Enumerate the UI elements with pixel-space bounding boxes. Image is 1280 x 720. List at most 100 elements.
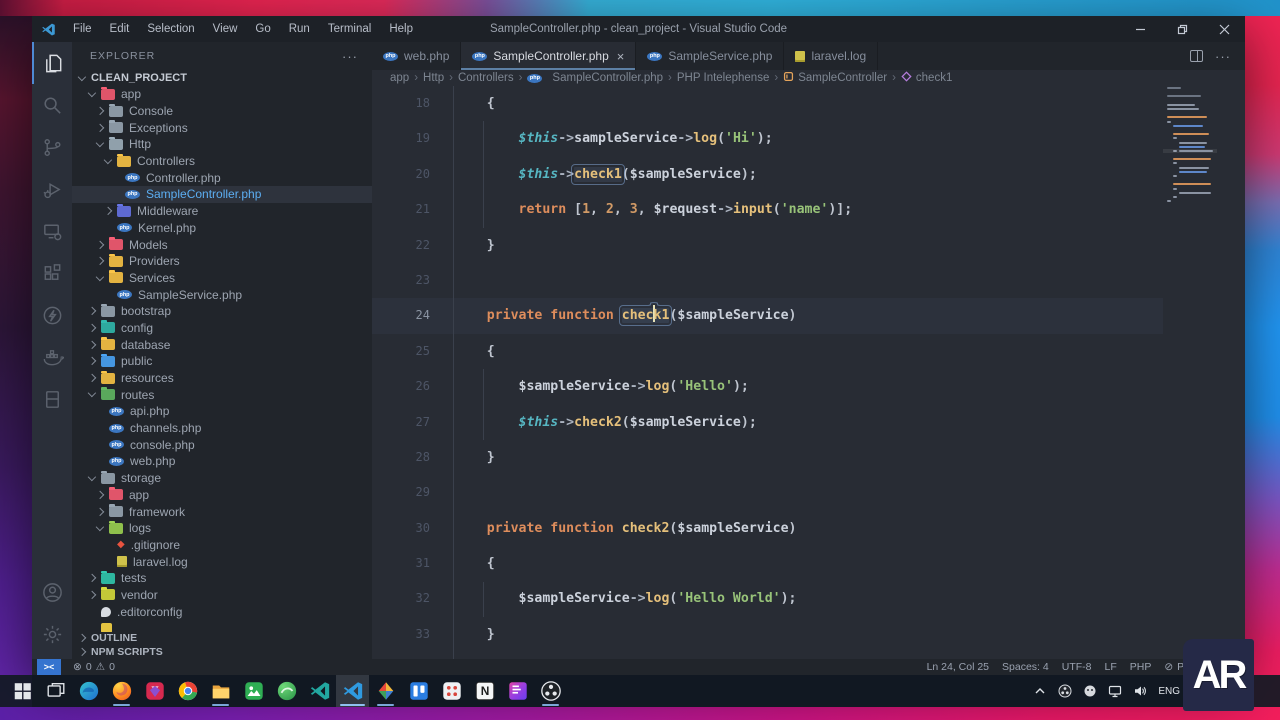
- code-editor[interactable]: 18 {19 $this->sampleService->log('Hi'); 2…: [372, 86, 1245, 659]
- tree-root[interactable]: CLEAN_PROJECT: [72, 70, 372, 86]
- tree-item-public[interactable]: public: [72, 353, 372, 370]
- code-line-21[interactable]: 21 return [1, 2, 3, $request->input('nam…: [372, 192, 1163, 227]
- tree-item-Controller.php[interactable]: php Controller.php: [72, 169, 372, 186]
- activity-extensions-icon[interactable]: [32, 252, 72, 294]
- menu-terminal[interactable]: Terminal: [319, 23, 380, 35]
- breadcrumb-item-PHP Intelephense[interactable]: PHP Intelephense: [677, 72, 770, 84]
- tree-item-Controllers[interactable]: Controllers: [72, 153, 372, 170]
- minimap[interactable]: [1163, 86, 1241, 659]
- activity-database-icon[interactable]: [32, 378, 72, 420]
- menu-view[interactable]: View: [204, 23, 247, 35]
- tree-item-Console[interactable]: Console: [72, 103, 372, 120]
- taskbar-edge-icon[interactable]: [72, 675, 105, 707]
- code-line-33[interactable]: 33 }: [372, 617, 1163, 652]
- tray-app-mini-icon[interactable]: [1083, 684, 1097, 698]
- problems-indicator[interactable]: ⊗ 0 ⚠ 0: [73, 661, 115, 673]
- code-line-19[interactable]: 19 $this->sampleService->log('Hi');: [372, 121, 1163, 156]
- tree-item-.editorconfig[interactable]: .editorconfig: [72, 603, 372, 620]
- taskbar-phpstorm-icon[interactable]: [501, 675, 534, 707]
- code-line-28[interactable]: 28 }: [372, 440, 1163, 475]
- code-line-30[interactable]: 30 private function check2($sampleServic…: [372, 511, 1163, 546]
- breadcrumb-item-SampleController.php[interactable]: php SampleController.php: [527, 72, 663, 84]
- minimize-button[interactable]: [1119, 16, 1161, 42]
- code-line-27[interactable]: 27 $this->check2($sampleService);: [372, 405, 1163, 440]
- menu-help[interactable]: Help: [380, 23, 422, 35]
- taskbar-firefox-icon[interactable]: [105, 675, 138, 707]
- activity-source-control-icon[interactable]: [32, 126, 72, 168]
- breadcrumb-item-Controllers[interactable]: Controllers: [458, 72, 514, 84]
- language-indicator[interactable]: ENG: [1158, 686, 1180, 697]
- tree-item-framework[interactable]: framework: [72, 503, 372, 520]
- tray-obs-mini-icon[interactable]: [1058, 684, 1072, 698]
- status-lf[interactable]: LF: [1104, 661, 1116, 673]
- tree-item-channels.php[interactable]: php channels.php: [72, 420, 372, 437]
- tree-item-api.php[interactable]: php api.php: [72, 403, 372, 420]
- status-utf-8[interactable]: UTF-8: [1062, 661, 1092, 673]
- breadcrumb-item-check1[interactable]: check1: [901, 71, 952, 85]
- status-spaces-4[interactable]: Spaces: 4: [1002, 661, 1049, 673]
- tree-item-resources[interactable]: resources: [72, 370, 372, 387]
- remote-indicator[interactable]: ><: [37, 659, 61, 675]
- tree-item-app[interactable]: app: [72, 86, 372, 103]
- taskbar-gem-app-icon[interactable]: [138, 675, 171, 707]
- tray-speaker-icon[interactable]: [1133, 684, 1147, 698]
- tray-chevron-icon[interactable]: [1033, 684, 1047, 698]
- tree-item-bootstrap[interactable]: bootstrap: [72, 303, 372, 320]
- tab-SampleService.php[interactable]: php SampleService.php: [636, 42, 785, 70]
- code-line-24[interactable]: 24 private function check1($sampleServic…: [372, 298, 1163, 333]
- tray-monitor-icon[interactable]: [1108, 684, 1122, 698]
- tree-item-Providers[interactable]: Providers: [72, 253, 372, 270]
- section-npm-scripts[interactable]: NPM SCRIPTS: [72, 645, 372, 659]
- editor-more-actions-icon[interactable]: ···: [1215, 49, 1231, 64]
- taskbar-obs-icon[interactable]: [534, 675, 567, 707]
- close-button[interactable]: [1203, 16, 1245, 42]
- status-ln-24-col-25[interactable]: Ln 24, Col 25: [927, 661, 989, 673]
- tree-item-vendor[interactable]: vendor: [72, 587, 372, 604]
- activity-account-icon[interactable]: [32, 571, 72, 613]
- taskbar-chrome-icon[interactable]: [171, 675, 204, 707]
- status-php[interactable]: PHP: [1130, 661, 1152, 673]
- split-editor-icon[interactable]: [1190, 50, 1203, 62]
- tree-item-Models[interactable]: Models: [72, 236, 372, 253]
- tree-item-console.php[interactable]: php console.php: [72, 436, 372, 453]
- code-line-23[interactable]: 23: [372, 263, 1163, 298]
- tree-item-Kernel.php[interactable]: php Kernel.php: [72, 220, 372, 237]
- tree-item-Http[interactable]: Http: [72, 136, 372, 153]
- taskbar-start-icon[interactable]: [6, 675, 39, 707]
- code-line-18[interactable]: 18 {: [372, 86, 1163, 121]
- code-line-31[interactable]: 31 {: [372, 546, 1163, 581]
- restore-button[interactable]: [1161, 16, 1203, 42]
- tab-close-icon[interactable]: ×: [617, 49, 625, 64]
- tab-web.php[interactable]: php web.php: [372, 42, 462, 70]
- tree-item-storage[interactable]: storage: [72, 470, 372, 487]
- tree-item-Exceptions[interactable]: Exceptions: [72, 119, 372, 136]
- tab-SampleController.php[interactable]: php SampleController.php ×: [461, 42, 637, 70]
- tab-laravel.log[interactable]: laravel.log: [784, 42, 879, 70]
- tree-item-SampleService.php[interactable]: php SampleService.php: [72, 286, 372, 303]
- activity-search-icon[interactable]: [32, 84, 72, 126]
- tree-item-logs[interactable]: logs: [72, 520, 372, 537]
- code-line-20[interactable]: 20 $this->check1($sampleService);: [372, 157, 1163, 192]
- tree-item-config[interactable]: config: [72, 320, 372, 337]
- menu-selection[interactable]: Selection: [138, 23, 203, 35]
- menu-run[interactable]: Run: [280, 23, 319, 35]
- taskbar-task-view-icon[interactable]: [39, 675, 72, 707]
- tree-item-routes[interactable]: routes: [72, 386, 372, 403]
- code-line-26[interactable]: 26 $sampleService->log('Hello');: [372, 369, 1163, 404]
- code-line-34[interactable]: 34}: [372, 652, 1163, 659]
- activity-explorer-icon[interactable]: [32, 42, 72, 84]
- activity-docker-icon[interactable]: [32, 336, 72, 378]
- taskbar-trello-icon[interactable]: [402, 675, 435, 707]
- taskbar-green-app-icon[interactable]: [270, 675, 303, 707]
- taskbar-photos-app-icon[interactable]: [237, 675, 270, 707]
- tree-item-laravel.log[interactable]: laravel.log: [72, 553, 372, 570]
- section-outline[interactable]: OUTLINE: [72, 631, 372, 645]
- code-line-32[interactable]: 32 $sampleService->log('Hello World');: [372, 581, 1163, 616]
- activity-thunder-client-icon[interactable]: [32, 294, 72, 336]
- taskbar-vscode-icon[interactable]: [336, 675, 369, 707]
- tree-item-Services[interactable]: Services: [72, 270, 372, 287]
- tree-item-app[interactable]: app: [72, 487, 372, 504]
- tree-item-SampleController.php[interactable]: php SampleController.php: [72, 186, 372, 203]
- activity-settings-icon[interactable]: [32, 613, 72, 655]
- menu-edit[interactable]: Edit: [101, 23, 139, 35]
